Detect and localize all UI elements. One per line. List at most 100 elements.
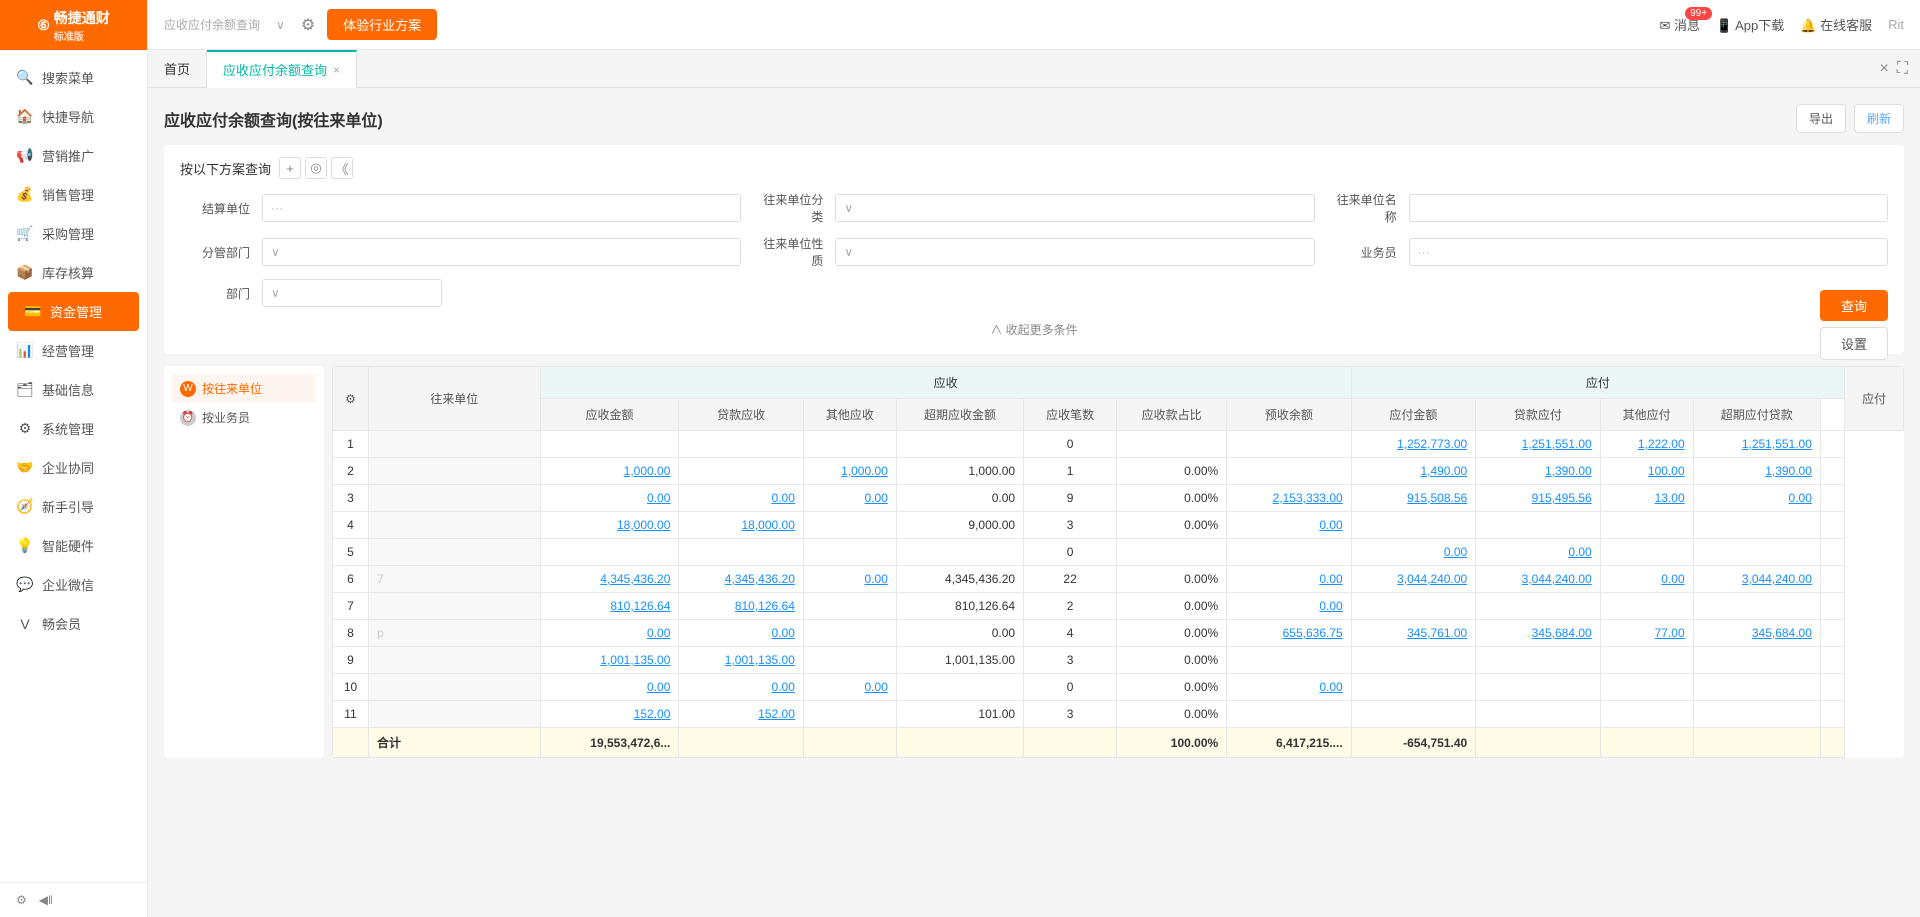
collapse-filter-btn[interactable]: 《 (331, 157, 353, 179)
row-yf-dk[interactable]: 915,495.56 (1476, 485, 1601, 512)
row-ys-amount[interactable]: 152.00 (540, 701, 679, 728)
collapse-more-btn[interactable]: ∧ 收起更多条件 (180, 317, 1888, 342)
query-by-staff[interactable]: ⏰ 按业务员 (172, 403, 316, 432)
sidebar-item-hardware[interactable]: 💡智能硬件 (0, 526, 147, 565)
row-ys-amount[interactable]: 810,126.64 (540, 593, 679, 620)
topbar-gear-icon[interactable]: ⚙ (301, 15, 315, 35)
table-row: 3 0.00 0.00 0.00 0.00 9 0.00% 2,153,333.… (333, 485, 1904, 512)
row-yf-dk[interactable]: 1,251,551.00 (1476, 431, 1601, 458)
sidebar-item-vip[interactable]: V畅会员 (0, 604, 147, 643)
row-ys-prepay[interactable]: 0.00 (1227, 674, 1352, 701)
query-btn[interactable]: 查询 (1820, 290, 1888, 321)
user-avatar[interactable]: Rit (1888, 17, 1904, 32)
query-by-unit[interactable]: W 按往来单位 (172, 374, 316, 403)
online-service-btn[interactable]: 🔔 在线客服 (1800, 15, 1872, 34)
input-wanglai-fenlei[interactable]: ∨ (835, 194, 1314, 222)
export-btn[interactable]: 导出 (1796, 104, 1846, 133)
row-ys-amount[interactable]: 4,345,436.20 (540, 566, 679, 593)
row-ys-dk[interactable]: 4,345,436.20 (679, 566, 804, 593)
row-ys-overdue: 0.00 (896, 485, 1023, 512)
row-ys-other[interactable]: 1,000.00 (803, 458, 896, 485)
row-yf-overdue[interactable]: 1,390.00 (1693, 458, 1820, 485)
row-yf-other[interactable]: 100.00 (1600, 458, 1693, 485)
sidebar-item-marketing[interactable]: 📢营销推广 (0, 136, 147, 175)
sidebar-item-sales[interactable]: 💰销售管理 (0, 175, 147, 214)
row-yf-amount[interactable]: 0.00 (1351, 539, 1476, 566)
tab-query[interactable]: 应收应付余额查询 × (207, 50, 357, 88)
row-ys-dk[interactable]: 0.00 (679, 620, 804, 647)
row-ys-dk[interactable]: 0.00 (679, 674, 804, 701)
sidebar-item-purchase[interactable]: 🛒采购管理 (0, 214, 147, 253)
app-download-btn[interactable]: 📱 App下载 (1716, 15, 1784, 34)
row-ys-dk[interactable]: 152.00 (679, 701, 804, 728)
row-ys-prepay[interactable]: 2,153,333.00 (1227, 485, 1352, 512)
setting-btn[interactable]: 设置 (1820, 327, 1888, 360)
sidebar-footer[interactable]: ⚙ ◀‖ (0, 882, 147, 917)
row-ys-amount[interactable]: 0.00 (540, 674, 679, 701)
row-yf-other[interactable]: 13.00 (1600, 485, 1693, 512)
sidebar-item-business[interactable]: 📊经营管理 (0, 331, 147, 370)
row-yf-overdue[interactable]: 3,044,240.00 (1693, 566, 1820, 593)
row-ys-dk[interactable]: 18,000.00 (679, 512, 804, 539)
row-ys-amount[interactable]: 18,000.00 (540, 512, 679, 539)
input-yewuyuan[interactable]: ··· (1409, 238, 1888, 266)
collapse-icon[interactable]: ◀‖ (39, 893, 53, 907)
sidebar-item-wechat[interactable]: 💬企业微信 (0, 565, 147, 604)
sidebar-item-cooperation[interactable]: 🤝企业协同 (0, 448, 147, 487)
sidebar-item-inventory[interactable]: 📦库存核算 (0, 253, 147, 292)
row-ys-dk[interactable]: 0.00 (679, 485, 804, 512)
refresh-btn[interactable]: 刷新 (1854, 104, 1904, 133)
row-ys-other[interactable]: 0.00 (803, 566, 896, 593)
input-bumen[interactable]: ∨ (262, 279, 442, 307)
row-ys-prepay[interactable]: 0.00 (1227, 593, 1352, 620)
target-icon-btn[interactable]: ◎ (305, 157, 327, 179)
row-yf-amount[interactable]: 915,508.56 (1351, 485, 1476, 512)
fullscreen-icon[interactable]: ⛶ (1897, 60, 1908, 78)
message-btn[interactable]: ✉ 消息 99+ (1660, 15, 1701, 34)
row-ys-dk[interactable]: 1,001,135.00 (679, 647, 804, 674)
sidebar-item-basic[interactable]: 🗂基础信息 (0, 370, 147, 409)
row-yf-dk[interactable]: 345,684.00 (1476, 620, 1601, 647)
row-yf-overdue[interactable]: 0.00 (1693, 485, 1820, 512)
sidebar-item-capital[interactable]: 💳资金管理 (8, 292, 139, 331)
row-yf-dk[interactable]: 3,044,240.00 (1476, 566, 1601, 593)
row-yf-amount[interactable]: 1,252,773.00 (1351, 431, 1476, 458)
row-yf-other[interactable]: 77.00 (1600, 620, 1693, 647)
row-ys-prepay[interactable]: 655,636.75 (1227, 620, 1352, 647)
tab-home[interactable]: 首页 (148, 50, 207, 88)
row-yf-amount[interactable]: 3,044,240.00 (1351, 566, 1476, 593)
row-yf-dk[interactable]: 1,390.00 (1476, 458, 1601, 485)
row-ys-amount[interactable]: 0.00 (540, 620, 679, 647)
industry-btn[interactable]: 体验行业方案 (327, 9, 437, 40)
row-ys-dk[interactable]: 810,126.64 (679, 593, 804, 620)
row-ys-amount[interactable]: 1,001,135.00 (540, 647, 679, 674)
input-fenguan[interactable]: ∨ (262, 238, 741, 266)
tab-close-icon[interactable]: × (333, 63, 340, 77)
row-yf-other[interactable]: 0.00 (1600, 566, 1693, 593)
row-ys-amount[interactable]: 0.00 (540, 485, 679, 512)
sidebar-item-search[interactable]: 🔍搜索菜单 (0, 58, 147, 97)
row-ys-prepay[interactable]: 0.00 (1227, 512, 1352, 539)
sidebar-item-system[interactable]: ⚙系统管理 (0, 409, 147, 448)
sidebar-item-quick-nav[interactable]: 🏠快捷导航 (0, 97, 147, 136)
row-yf-overdue[interactable]: 345,684.00 (1693, 620, 1820, 647)
settings-icon[interactable]: ⚙ (16, 893, 27, 907)
sidebar-item-guide[interactable]: 🧭新手引导 (0, 487, 147, 526)
row-yf-amount[interactable]: 1,490.00 (1351, 458, 1476, 485)
row-yf-other[interactable]: 1,222.00 (1600, 431, 1693, 458)
window-close-icon[interactable]: × (1879, 60, 1888, 78)
row-ys-other[interactable]: 0.00 (803, 674, 896, 701)
row-ys-amount[interactable]: 1,000.00 (540, 458, 679, 485)
table-scroll[interactable]: ⚙ 往来单位 应收 应付 应付 应收金额 贷款应收 其他应收 超期应收金额 应收… (332, 366, 1904, 758)
input-jiesuan[interactable]: ··· (262, 194, 741, 222)
input-wanglai-name[interactable] (1409, 194, 1888, 222)
col-settings[interactable]: ⚙ (333, 367, 369, 431)
row-yf-amount[interactable]: 345,761.00 (1351, 620, 1476, 647)
row-ys-other[interactable]: 0.00 (803, 485, 896, 512)
add-filter-btn[interactable]: + (279, 157, 301, 179)
row-ys-prepay[interactable]: 0.00 (1227, 566, 1352, 593)
input-wanglai-xingzhi[interactable]: ∨ (835, 238, 1314, 266)
row-yf-overdue[interactable]: 1,251,551.00 (1693, 431, 1820, 458)
row-yf-dk[interactable]: 0.00 (1476, 539, 1601, 566)
sidebar-label-search: 搜索菜单 (42, 68, 94, 87)
